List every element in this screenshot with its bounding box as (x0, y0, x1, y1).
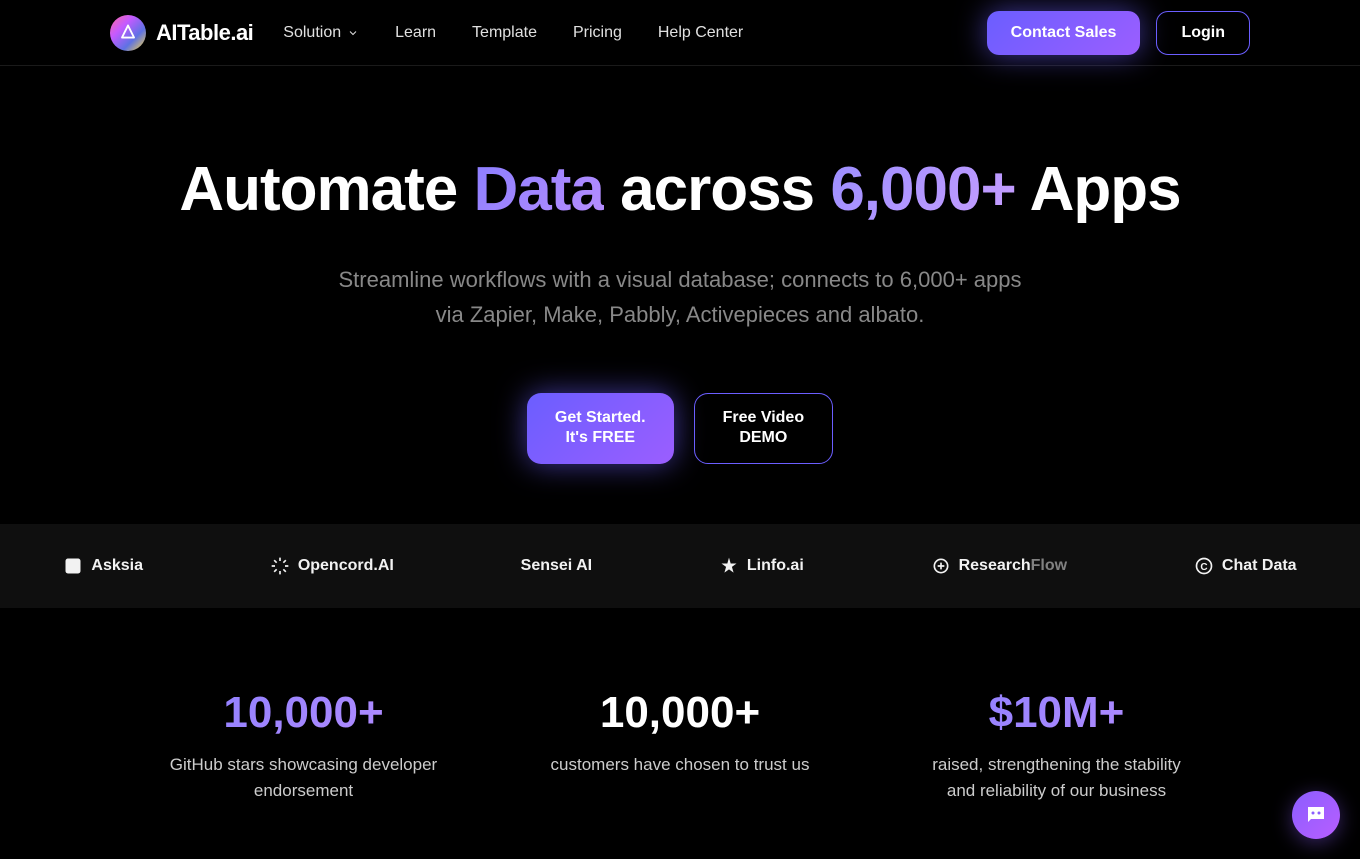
nav-pricing[interactable]: Pricing (573, 24, 622, 42)
stat-value: 10,000+ (164, 688, 444, 738)
partner-name: Sensei AI (521, 557, 592, 575)
nav-link-label: Pricing (573, 24, 622, 42)
partner-icon (270, 556, 290, 576)
button-line: Get Started. (555, 409, 646, 426)
chat-icon (1304, 803, 1328, 827)
partner-icon (719, 556, 739, 576)
hero-section: Automate Data across 6,000+ Apps Streaml… (0, 66, 1360, 524)
login-button[interactable]: Login (1156, 11, 1250, 55)
stat-description: customers have chosen to trust us (551, 752, 810, 778)
partner-icon (63, 556, 83, 576)
nav-link-label: Solution (283, 24, 341, 42)
stat-raised: $10M+ raised, strengthening the stabilit… (916, 688, 1196, 803)
hero-title-part: Automate (179, 155, 473, 224)
chat-widget-button[interactable] (1292, 791, 1340, 839)
nav-help-center[interactable]: Help Center (658, 24, 743, 42)
partner-name: Linfo.ai (747, 557, 804, 575)
contact-sales-button[interactable]: Contact Sales (987, 11, 1141, 55)
partner-logos-bar: Asksia Opencord.AI Sensei AI Linfo.ai Re… (0, 524, 1360, 608)
stat-customers: 10,000+ customers have chosen to trust u… (551, 688, 810, 803)
nav-learn[interactable]: Learn (395, 24, 436, 42)
stat-value: 10,000+ (551, 688, 810, 738)
partner-asksia: Asksia (63, 556, 143, 576)
hero-cta: Get Started. It's FREE Free Video DEMO (0, 393, 1360, 465)
hero-title: Automate Data across 6,000+ Apps (0, 156, 1360, 224)
stats-section: 10,000+ GitHub stars showcasing develope… (0, 608, 1360, 843)
partner-chatdata: C Chat Data (1194, 556, 1297, 576)
nav-template[interactable]: Template (472, 24, 537, 42)
partner-name: ResearchFlow (959, 557, 1067, 575)
stat-value: $10M+ (916, 688, 1196, 738)
stat-github: 10,000+ GitHub stars showcasing develope… (164, 688, 444, 803)
stat-description: GitHub stars showcasing developer endors… (164, 752, 444, 803)
partner-icon (931, 556, 951, 576)
video-demo-button[interactable]: Free Video DEMO (694, 393, 834, 465)
partner-researchflow: ResearchFlow (931, 556, 1067, 576)
nav-link-label: Template (472, 24, 537, 42)
hero-title-part: across (604, 155, 830, 224)
brand-name: AITable.ai (156, 20, 253, 46)
partner-icon: C (1194, 556, 1214, 576)
nav-actions: Contact Sales Login (987, 11, 1250, 55)
svg-text:C: C (1200, 562, 1207, 573)
top-nav: AITable.ai Solution Learn Template Prici… (0, 0, 1360, 66)
stat-description: raised, strengthening the stability and … (916, 752, 1196, 803)
partner-linfo: Linfo.ai (719, 556, 804, 576)
partner-opencord: Opencord.AI (270, 556, 394, 576)
hero-title-highlight: 6,000+ (830, 155, 1015, 224)
button-line: Free Video (723, 409, 805, 426)
hero-subtitle: Streamline workflows with a visual datab… (330, 262, 1030, 332)
button-line: It's FREE (565, 429, 635, 446)
button-line: DEMO (739, 429, 787, 446)
partner-sensei: Sensei AI (521, 557, 592, 575)
get-started-button[interactable]: Get Started. It's FREE (527, 393, 674, 465)
partner-name: Opencord.AI (298, 557, 394, 575)
partner-name: Chat Data (1222, 557, 1297, 575)
chevron-down-icon (347, 27, 359, 39)
hero-title-highlight: Data (474, 155, 604, 224)
brand-logo[interactable]: AITable.ai (110, 15, 253, 51)
nav-links: Solution Learn Template Pricing Help Cen… (283, 24, 986, 42)
hero-title-part: Apps (1016, 155, 1181, 224)
nav-link-label: Help Center (658, 24, 743, 42)
partner-name: Asksia (91, 557, 143, 575)
logo-icon (110, 15, 146, 51)
nav-solution[interactable]: Solution (283, 24, 359, 42)
nav-link-label: Learn (395, 24, 436, 42)
